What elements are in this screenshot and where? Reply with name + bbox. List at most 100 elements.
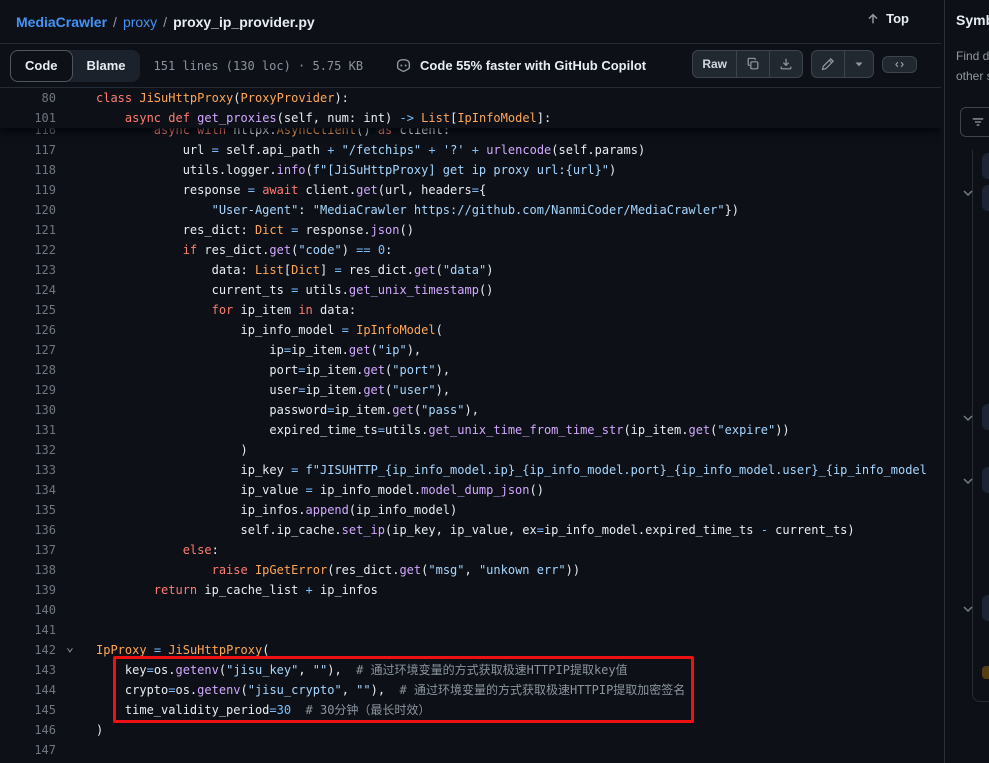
code-line: 127 ip=ip_item.get("ip"),	[0, 340, 941, 360]
line-number[interactable]: 135	[0, 500, 56, 520]
line-number[interactable]: 142	[0, 640, 56, 660]
file-toolbar: Code Blame 151 lines (130 loc) · 5.75 KB…	[0, 44, 941, 88]
edit-dropdown-button[interactable]	[845, 50, 874, 78]
code-line: 139 return ip_cache_list + ip_infos	[0, 580, 941, 600]
code-text: ip_info_model = IpInfoModel(	[96, 320, 443, 340]
line-number[interactable]: 143	[0, 660, 56, 680]
line-number[interactable]: 130	[0, 400, 56, 420]
chevron-down-icon[interactable]	[962, 186, 974, 198]
line-number[interactable]: 139	[0, 580, 56, 600]
code-line: 132 )	[0, 440, 941, 460]
code-text: )	[96, 720, 103, 740]
symbols-panel-title: Symbols	[956, 12, 989, 28]
code-text: url = self.api_path + "/fetchips" + '?' …	[96, 140, 645, 160]
line-number[interactable]: 121	[0, 220, 56, 240]
raw-actions-group: Raw	[692, 50, 803, 78]
code-text: port=ip_item.get("port"),	[96, 360, 450, 380]
line-number[interactable]: 127	[0, 340, 56, 360]
download-button[interactable]	[770, 50, 803, 78]
symbols-filter-button[interactable]	[960, 107, 989, 137]
code-line: 131 expired_time_ts=utils.get_unix_time_…	[0, 420, 941, 440]
code-line: 123 data: List[Dict] = res_dict.get("dat…	[0, 260, 941, 280]
line-number[interactable]: 125	[0, 300, 56, 320]
line-number[interactable]: 137	[0, 540, 56, 560]
code-text: )	[96, 440, 248, 460]
symbol-item[interactable]	[982, 404, 989, 430]
file-view: MediaCrawler / proxy / proxy_ip_provider…	[0, 0, 941, 763]
line-number[interactable]: 136	[0, 520, 56, 540]
arrow-up-icon	[866, 12, 880, 26]
tab-blame[interactable]: Blame	[73, 50, 140, 82]
code-line: 135 ip_infos.append(ip_info_model)	[0, 500, 941, 520]
code-line: 124 current_ts = utils.get_unix_timestam…	[0, 280, 941, 300]
pencil-icon	[821, 57, 835, 71]
code-line: 147	[0, 740, 941, 760]
chevron-down-icon[interactable]	[962, 411, 974, 423]
code-line: 137 else:	[0, 540, 941, 560]
code-symbols-icon	[892, 57, 907, 72]
fold-chevron-icon[interactable]: ⌄	[66, 638, 74, 658]
symbol-item[interactable]	[982, 595, 989, 621]
code-line: 117 url = self.api_path + "/fetchips" + …	[0, 140, 941, 160]
code-text: utils.logger.info(f"[JiSuHttpProxy] get …	[96, 160, 616, 180]
code-editor: 116 async with httpx.AsyncClient() as cl…	[0, 88, 941, 763]
code-line: 130 password=ip_item.get("pass"),	[0, 400, 941, 420]
line-number[interactable]: 147	[0, 740, 56, 760]
filter-lines-icon	[971, 115, 985, 129]
line-number[interactable]: 129	[0, 380, 56, 400]
line-number[interactable]: 132	[0, 440, 56, 460]
code-text: return ip_cache_list + ip_infos	[96, 580, 378, 600]
line-number[interactable]: 146	[0, 720, 56, 740]
code-text: ip_value = ip_info_model.model_dump_json…	[96, 480, 544, 500]
breadcrumb-folder-link[interactable]: proxy	[123, 14, 157, 30]
code-text: else:	[96, 540, 219, 560]
line-number[interactable]: 126	[0, 320, 56, 340]
code-line: 134 ip_value = ip_info_model.model_dump_…	[0, 480, 941, 500]
line-number[interactable]: 119	[0, 180, 56, 200]
line-number[interactable]: 131	[0, 420, 56, 440]
line-number[interactable]: 138	[0, 560, 56, 580]
symbol-item[interactable]	[982, 153, 989, 179]
code-text: async def get_proxies(self, num: int) ->…	[96, 108, 551, 128]
breadcrumb-repo-link[interactable]: MediaCrawler	[16, 14, 107, 30]
code-text: response = await client.get(url, headers…	[96, 180, 486, 200]
line-number[interactable]: 101	[0, 108, 56, 128]
line-number[interactable]: 145	[0, 700, 56, 720]
symbol-item[interactable]	[982, 467, 989, 493]
code-text: raise IpGetError(res_dict.get("msg", "un…	[96, 560, 580, 580]
code-text: expired_time_ts=utils.get_unix_time_from…	[96, 420, 790, 440]
line-number[interactable]: 141	[0, 620, 56, 640]
symbol-item[interactable]	[982, 666, 989, 679]
code-line: 120 "User-Agent": "MediaCrawler https://…	[0, 200, 941, 220]
line-number[interactable]: 80	[0, 88, 56, 108]
line-number[interactable]: 118	[0, 160, 56, 180]
tab-code[interactable]: Code	[10, 50, 73, 82]
code-text: for ip_item in data:	[96, 300, 356, 320]
scroll-to-top-button[interactable]: Top	[866, 11, 909, 26]
line-number[interactable]: 117	[0, 140, 56, 160]
line-number[interactable]: 133	[0, 460, 56, 480]
line-number[interactable]: 123	[0, 260, 56, 280]
symbols-panel-toggle-button[interactable]	[882, 56, 917, 73]
code-line: 101 async def get_proxies(self, num: int…	[0, 108, 941, 128]
top-button-label: Top	[886, 11, 909, 26]
line-number[interactable]: 128	[0, 360, 56, 380]
breadcrumb-separator: /	[157, 14, 173, 30]
code-line: 141	[0, 620, 941, 640]
line-number[interactable]: 122	[0, 240, 56, 260]
code-line: 129 user=ip_item.get("user"),	[0, 380, 941, 400]
symbol-item[interactable]	[982, 185, 989, 211]
copilot-banner-text: Code 55% faster with GitHub Copilot	[420, 58, 646, 73]
code-line: 118 utils.logger.info(f"[JiSuHttpProxy] …	[0, 160, 941, 180]
line-number[interactable]: 144	[0, 680, 56, 700]
line-number[interactable]: 134	[0, 480, 56, 500]
download-icon	[779, 57, 793, 71]
copy-button[interactable]	[737, 50, 770, 78]
chevron-down-icon[interactable]	[962, 602, 974, 614]
line-number[interactable]: 120	[0, 200, 56, 220]
raw-button[interactable]: Raw	[692, 50, 737, 78]
edit-button[interactable]	[811, 50, 845, 78]
line-number[interactable]: 124	[0, 280, 56, 300]
chevron-down-icon[interactable]	[962, 474, 974, 486]
line-number[interactable]: 140	[0, 600, 56, 620]
